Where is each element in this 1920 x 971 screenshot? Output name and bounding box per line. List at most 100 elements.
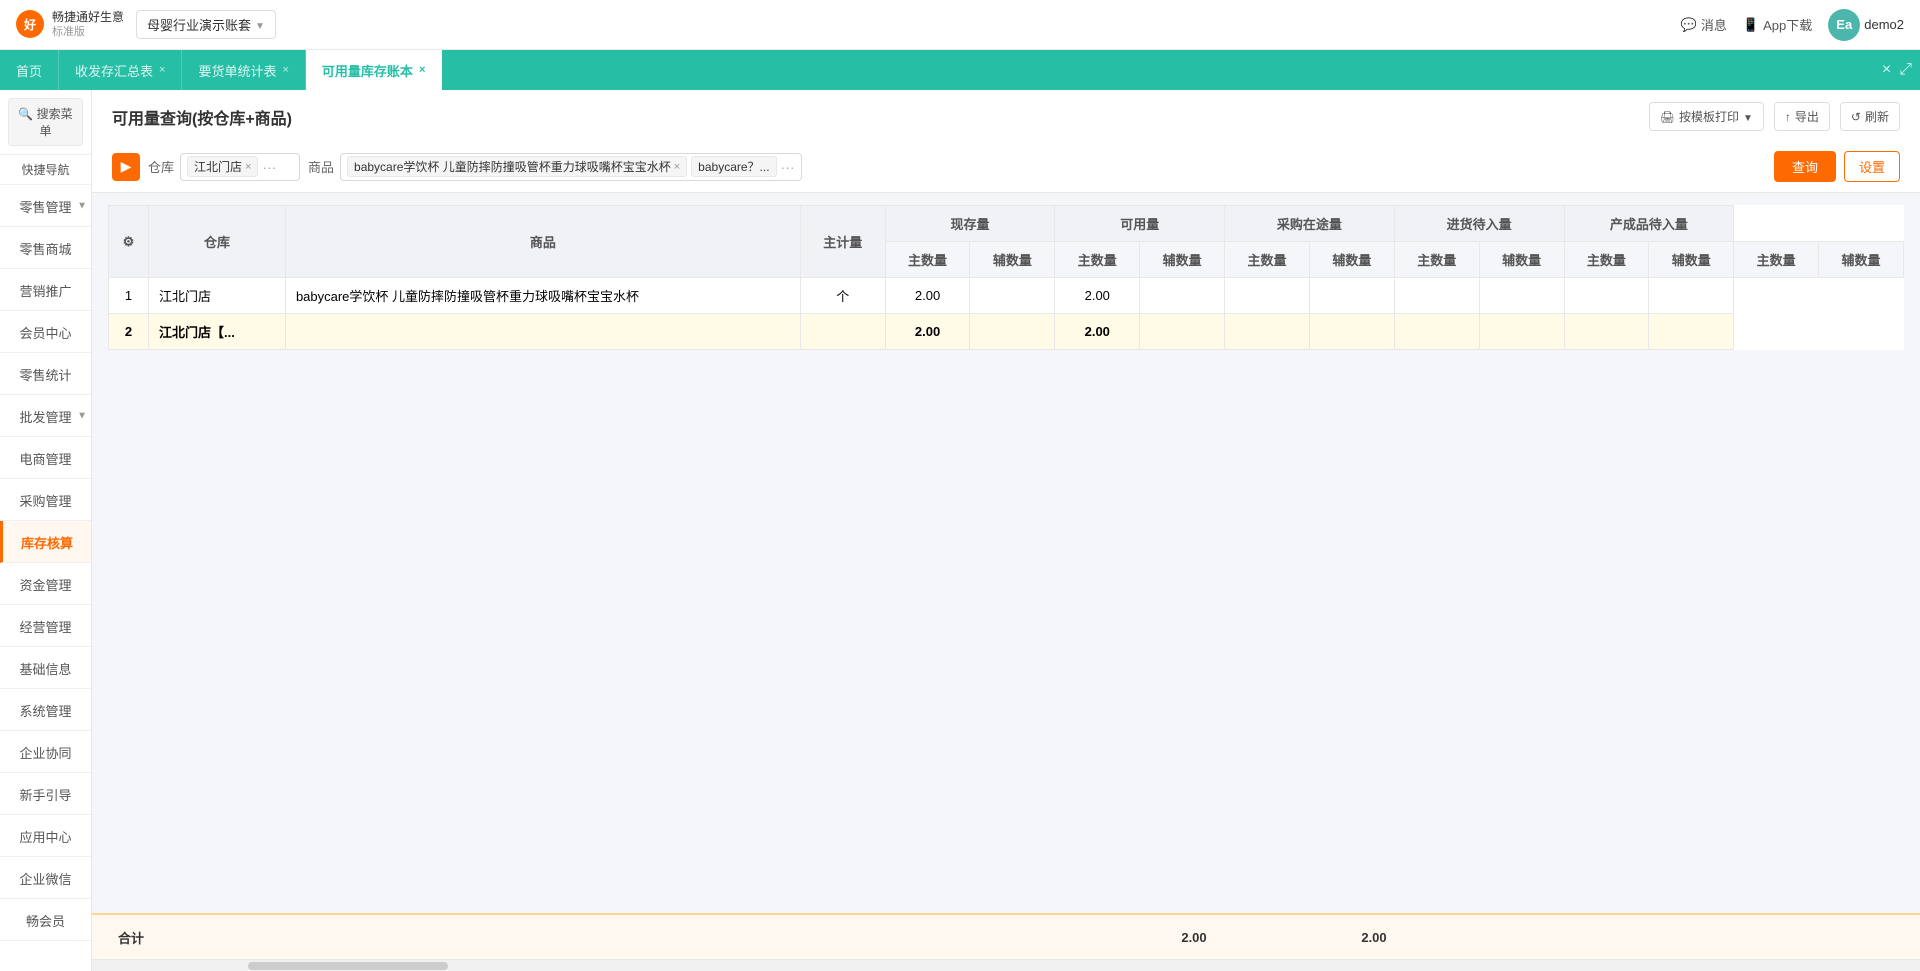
footer-keyong-main: 2.00: [1324, 930, 1424, 945]
sidebar-item-purchase[interactable]: 采购管理: [0, 479, 91, 521]
logo-icon: 好: [16, 10, 44, 38]
sidebar-item-marketing[interactable]: 营销推广: [0, 269, 91, 311]
row-keyong-sub: [1140, 278, 1225, 314]
content-area: 可用量查询(按仓库+商品) 按模板打印 导出 刷新: [92, 90, 1920, 971]
warehouse-label: 仓库: [148, 157, 174, 176]
sidebar-item-wholesale[interactable]: 批发管理: [0, 395, 91, 437]
refresh-button[interactable]: 刷新: [1840, 102, 1900, 131]
sidebar-item-ecommerce[interactable]: 电商管理: [0, 437, 91, 479]
top-bar-left: 好 畅捷通好生意 标准版 母婴行业演示账套: [16, 10, 276, 40]
sidebar-item-app-center[interactable]: 应用中心: [0, 815, 91, 857]
sidebar-item-wechat[interactable]: 企业微信: [0, 857, 91, 899]
message-button[interactable]: 消息: [1681, 15, 1727, 34]
sidebar: 🔍 搜索菜单 快捷导航 零售管理 零售商城 营销推广 会员中心 零售统计 批发管…: [0, 90, 92, 971]
logo-text: 畅捷通好生意 标准版: [52, 10, 124, 40]
page-title: 可用量查询(按仓库+商品): [112, 105, 292, 129]
nav-spacer: [442, 50, 1873, 90]
table-container: ⚙仓库商品主计量现存量可用量采购在途量进货待入量产成品待入量 主数量辅数量主数量…: [92, 193, 1920, 913]
scroll-thumb[interactable]: [248, 962, 448, 970]
close-icon[interactable]: [245, 161, 251, 173]
row-chanpin-main: [1564, 278, 1649, 314]
subtotal-unit: [800, 314, 885, 350]
print-icon: [1660, 110, 1675, 124]
close-icon[interactable]: [282, 64, 288, 76]
row-caigou-main: [1225, 278, 1310, 314]
warehouse-tag-box[interactable]: 江北门店 ···: [180, 153, 300, 181]
filter-row: ▶ 仓库 江北门店 ··· 商品: [112, 141, 1900, 192]
subtotal-xiancun-sub: [970, 314, 1055, 350]
subtotal-keyong-main: 2.00: [1055, 314, 1140, 350]
export-button[interactable]: 导出: [1774, 102, 1830, 131]
user-area[interactable]: Ea demo2: [1828, 9, 1904, 41]
close-icon[interactable]: [419, 64, 425, 76]
page-title-row: 可用量查询(按仓库+商品) 按模板打印 导出 刷新: [112, 102, 1900, 131]
chevron-down-icon: [77, 200, 87, 211]
print-button[interactable]: 按模板打印: [1649, 102, 1764, 131]
sidebar-item-members[interactable]: 会员中心: [0, 311, 91, 353]
tab-order-stats[interactable]: 要货单统计表: [182, 50, 305, 90]
subtotal-caigou-sub: [1309, 314, 1394, 350]
sidebar-item-basic-info[interactable]: 基础信息: [0, 647, 91, 689]
row-jinhuo-main: [1394, 278, 1479, 314]
filter-ellipsis[interactable]: ···: [262, 159, 276, 175]
chevron-down-icon: [77, 410, 87, 421]
product-label: 商品: [308, 157, 334, 176]
filter-actions: 查询 设置: [1774, 151, 1900, 182]
sidebar-item-retail[interactable]: 零售管理: [0, 185, 91, 227]
table-footer: 合计 2.00 2.00: [92, 913, 1920, 959]
subtotal-chanpin-sub: [1649, 314, 1734, 350]
sidebar-item-inventory[interactable]: 库存核算: [0, 521, 91, 563]
sidebar-item-enterprise[interactable]: 企业协同: [0, 731, 91, 773]
refresh-icon: [1851, 110, 1861, 124]
close-icon[interactable]: [674, 161, 680, 173]
user-name[interactable]: demo2: [1864, 17, 1904, 32]
message-icon: [1681, 17, 1697, 33]
row-chanpin-sub: [1649, 278, 1734, 314]
sidebar-search-button[interactable]: 🔍 搜索菜单: [8, 98, 83, 146]
filter-ellipsis-2[interactable]: ···: [781, 159, 795, 175]
sidebar-item-chang-member[interactable]: 畅会员: [0, 899, 91, 941]
top-bar-right: 消息 App下载 Ea demo2: [1681, 9, 1904, 41]
table-row: 1 江北门店 babycare学饮杯 儿童防摔防撞吸管杯重力球吸嘴杯宝宝水杯 个…: [109, 278, 1904, 314]
subtotal-jinhuo-sub: [1479, 314, 1564, 350]
sidebar-quick-nav[interactable]: 快捷导航: [0, 155, 91, 185]
sidebar-item-guide[interactable]: 新手引导: [0, 773, 91, 815]
sidebar-item-operations[interactable]: 经营管理: [0, 605, 91, 647]
app-download-button[interactable]: App下载: [1743, 15, 1812, 34]
main-layout: 🔍 搜索菜单 快捷导航 零售管理 零售商城 营销推广 会员中心 零售统计 批发管…: [0, 90, 1920, 971]
sidebar-item-retail-stats[interactable]: 零售统计: [0, 353, 91, 395]
sidebar-item-retail-mall[interactable]: 零售商城: [0, 227, 91, 269]
page-actions: 按模板打印 导出 刷新: [1649, 102, 1900, 131]
right-arrow-icon: ▶: [121, 158, 132, 175]
sidebar-item-system[interactable]: 系统管理: [0, 689, 91, 731]
tab-summary[interactable]: 收发存汇总表: [59, 50, 182, 90]
subtotal-jinhuo-main: [1394, 314, 1479, 350]
page-header: 可用量查询(按仓库+商品) 按模板打印 导出 刷新: [92, 90, 1920, 193]
tab-home[interactable]: 首页: [0, 50, 59, 90]
row-keyong-main: 2.00: [1055, 278, 1140, 314]
nav-close-button[interactable]: ×: [1882, 61, 1891, 79]
row-warehouse: 江北门店: [149, 278, 286, 314]
product-tag-1: babycare学饮杯 儿童防摔防撞吸管杯重力球吸嘴杯宝宝水杯: [347, 156, 687, 177]
account-selector[interactable]: 母婴行业演示账套: [136, 10, 276, 39]
product-filter-group: 商品 babycare学饮杯 儿童防摔防撞吸管杯重力球吸嘴杯宝宝水杯 babyc…: [308, 153, 802, 181]
warehouse-tag: 江北门店: [187, 156, 258, 177]
row-xiancun-sub: [970, 278, 1055, 314]
subtotal-warehouse: 江北门店【...: [149, 314, 286, 350]
product-tag-box[interactable]: babycare学饮杯 儿童防摔防撞吸管杯重力球吸嘴杯宝宝水杯 babycare…: [340, 153, 802, 181]
query-button[interactable]: 查询: [1774, 151, 1836, 182]
close-icon[interactable]: [159, 64, 165, 76]
subtotal-keyong-sub: [1140, 314, 1225, 350]
sidebar-item-finance[interactable]: 资金管理: [0, 563, 91, 605]
avatar: Ea: [1828, 9, 1860, 41]
nav-fullscreen-button[interactable]: ⤢: [1899, 61, 1912, 79]
row-unit: 个: [800, 278, 885, 314]
subtotal-chanpin-main: [1564, 314, 1649, 350]
filter-toggle-button[interactable]: ▶: [112, 153, 140, 181]
row-xiancun-main: 2.00: [885, 278, 970, 314]
setting-button[interactable]: 设置: [1844, 151, 1900, 182]
tab-available-inventory[interactable]: 可用量库存账本: [306, 50, 442, 90]
nav-tabs: 首页 收发存汇总表 要货单统计表 可用量库存账本 × ⤢: [0, 50, 1920, 90]
subtotal-xiancun-main: 2.00: [885, 314, 970, 350]
data-table: ⚙仓库商品主计量现存量可用量采购在途量进货待入量产成品待入量 主数量辅数量主数量…: [108, 205, 1904, 350]
